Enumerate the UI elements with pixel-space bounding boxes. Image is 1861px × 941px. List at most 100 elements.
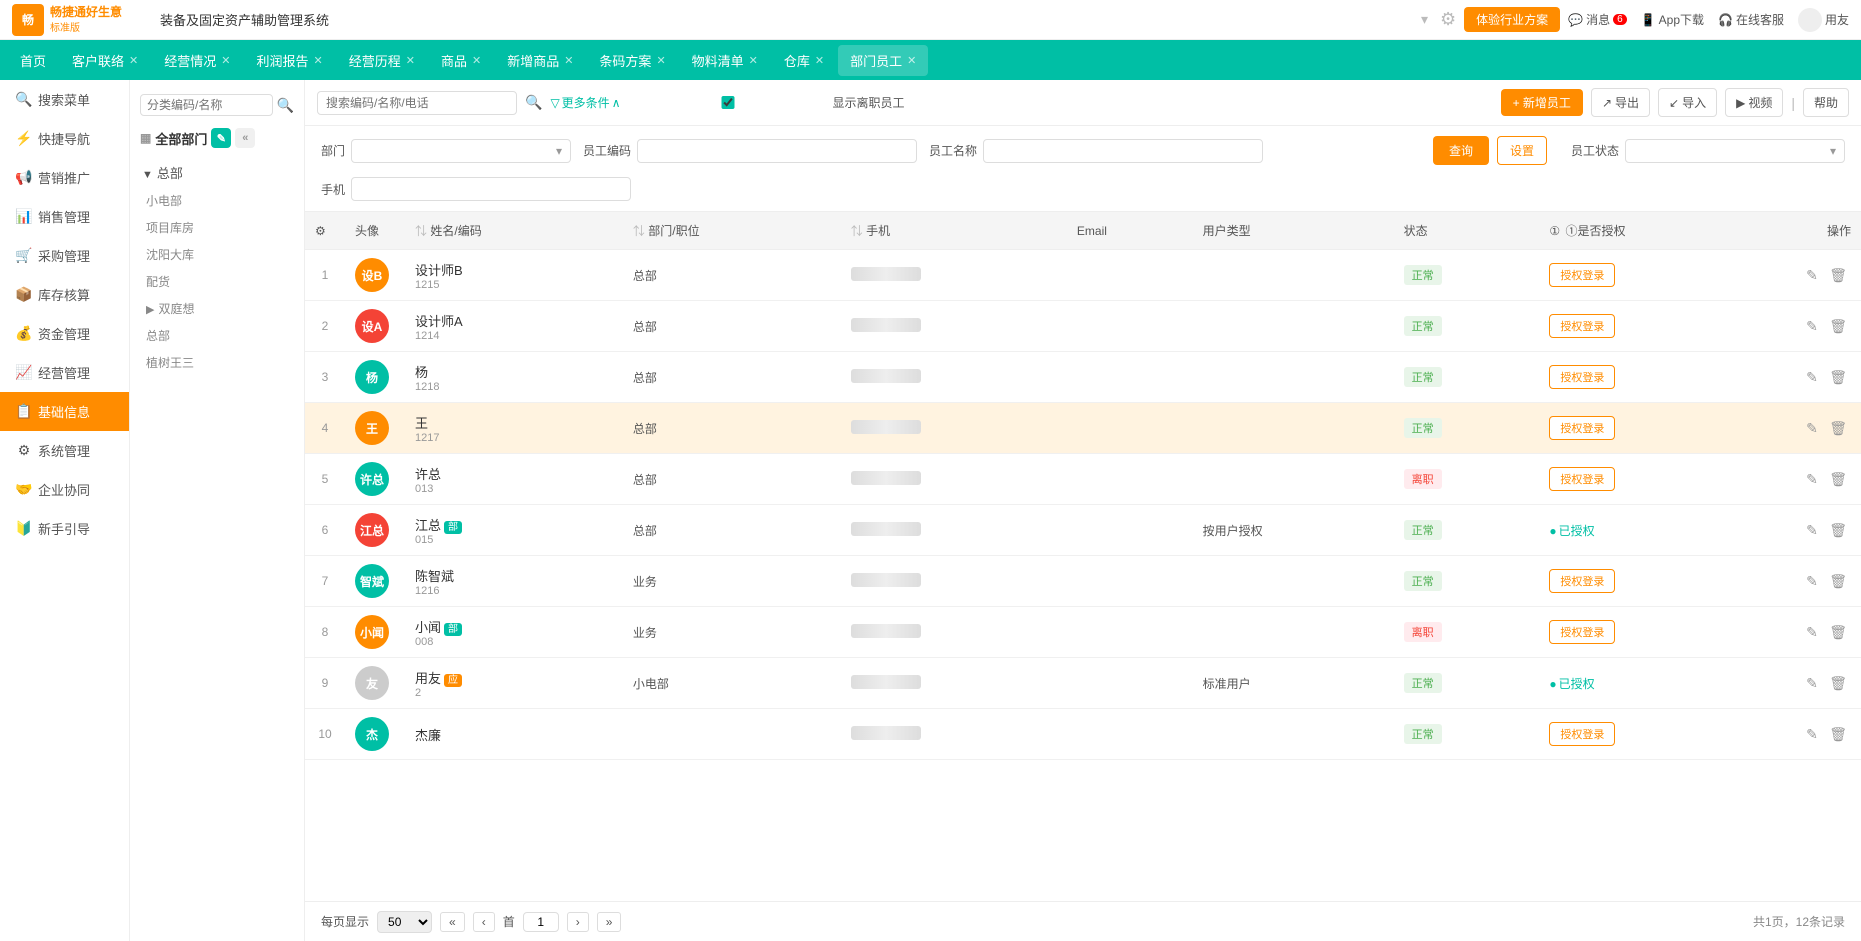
add-employee-button[interactable]: + 新增员工 bbox=[1501, 89, 1583, 116]
nav-item-history[interactable]: 经营历程 ✕ bbox=[337, 45, 427, 76]
edit-button[interactable]: ✎ bbox=[1802, 418, 1822, 439]
sidebar-item-purchase[interactable]: 🛒 采购管理 bbox=[0, 236, 129, 275]
cell-ops[interactable]: ✎ 🗑 bbox=[1781, 607, 1861, 658]
auth-btn[interactable]: 授权登录 bbox=[1549, 620, 1615, 644]
sidebar-item-nav[interactable]: ⚡ 快捷导航 bbox=[0, 119, 129, 158]
auth-btn[interactable]: 授权登录 bbox=[1549, 314, 1615, 338]
view-button[interactable]: ▶ 视频 bbox=[1725, 88, 1783, 117]
first-page-btn[interactable]: « bbox=[440, 912, 465, 932]
nav-item-new-goods[interactable]: 新增商品 ✕ bbox=[495, 45, 585, 76]
cell-auth[interactable]: ●已授权 bbox=[1539, 658, 1781, 709]
cell-ops[interactable]: ✎ 🗑 bbox=[1781, 250, 1861, 301]
col-phone[interactable]: ⇅ 手机 bbox=[841, 212, 1067, 250]
cell-ops[interactable]: ✎ 🗑 bbox=[1781, 556, 1861, 607]
last-page-btn[interactable]: » bbox=[597, 912, 622, 932]
user-avatar-area[interactable]: 用友 bbox=[1798, 8, 1849, 32]
show-resign-check[interactable] bbox=[628, 96, 828, 109]
auth-btn[interactable]: 授权登录 bbox=[1549, 722, 1615, 746]
dept-collapse-button[interactable]: « bbox=[235, 128, 255, 148]
import-button[interactable]: ↙ 导入 bbox=[1658, 88, 1717, 117]
page-number-input[interactable] bbox=[523, 912, 559, 932]
dept-node-headquarters[interactable]: ▼总部 bbox=[130, 158, 304, 187]
export-button[interactable]: ↗ 导出 bbox=[1591, 88, 1650, 117]
nav-item-warehouse[interactable]: 仓库 ✕ bbox=[772, 45, 836, 76]
sidebar-item-search[interactable]: 🔍 搜索菜单 bbox=[0, 80, 129, 119]
cell-auth[interactable]: 授权登录 bbox=[1539, 403, 1781, 454]
edit-button[interactable]: ✎ bbox=[1802, 622, 1822, 643]
cell-ops[interactable]: ✎ 🗑 bbox=[1781, 301, 1861, 352]
nav-item-goods[interactable]: 商品 ✕ bbox=[429, 45, 493, 76]
sidebar-item-system[interactable]: ⚙ 系统管理 bbox=[0, 431, 129, 470]
cell-auth[interactable]: 授权登录 bbox=[1539, 352, 1781, 403]
edit-button[interactable]: ✎ bbox=[1802, 571, 1822, 592]
dept-node-hq2[interactable]: 总部 bbox=[130, 322, 304, 349]
nav-item-customers[interactable]: 客户联络 ✕ bbox=[60, 45, 150, 76]
set-button[interactable]: 设置 bbox=[1497, 136, 1547, 165]
delete-button[interactable]: 🗑 bbox=[1825, 367, 1851, 388]
sidebar-item-operation[interactable]: 📈 经营管理 bbox=[0, 353, 129, 392]
dept-search-input[interactable] bbox=[140, 94, 273, 116]
message-btn[interactable]: 💬 消息 6 bbox=[1568, 11, 1627, 28]
edit-button[interactable]: ✎ bbox=[1802, 367, 1822, 388]
sidebar-item-marketing[interactable]: 📢 营销推广 bbox=[0, 158, 129, 197]
nav-item-home[interactable]: 首页 bbox=[8, 45, 58, 76]
cell-ops[interactable]: ✎ 🗑 bbox=[1781, 505, 1861, 556]
cell-ops[interactable]: ✎ 🗑 bbox=[1781, 352, 1861, 403]
cell-auth[interactable]: 授权登录 bbox=[1539, 250, 1781, 301]
more-conditions-link[interactable]: ▽ 更多条件 ∧ bbox=[550, 94, 620, 111]
cell-ops[interactable]: ✎ 🗑 bbox=[1781, 709, 1861, 760]
nav-close-employees[interactable]: ✕ bbox=[907, 54, 916, 67]
sidebar-item-sales[interactable]: 📊 销售管理 bbox=[0, 197, 129, 236]
edit-button[interactable]: ✎ bbox=[1802, 724, 1822, 745]
cell-auth[interactable]: 授权登录 bbox=[1539, 607, 1781, 658]
cell-ops[interactable]: ✎ 🗑 bbox=[1781, 658, 1861, 709]
sidebar-item-finance[interactable]: 💰 资金管理 bbox=[0, 314, 129, 353]
nav-close-new-goods[interactable]: ✕ bbox=[564, 54, 573, 67]
auth-btn[interactable]: 授权登录 bbox=[1549, 365, 1615, 389]
auth-btn[interactable]: 授权登录 bbox=[1549, 467, 1615, 491]
page-size-select[interactable]: 50 100 200 bbox=[377, 911, 432, 933]
delete-button[interactable]: 🗑 bbox=[1825, 520, 1851, 541]
nav-item-business[interactable]: 经营情况 ✕ bbox=[152, 45, 242, 76]
trial-button[interactable]: 体验行业方案 bbox=[1464, 7, 1560, 32]
delete-button[interactable]: 🗑 bbox=[1825, 265, 1851, 286]
app-download-btn[interactable]: 📱 App下载 bbox=[1641, 11, 1704, 28]
delete-button[interactable]: 🗑 bbox=[1825, 418, 1851, 439]
nav-close-customers[interactable]: ✕ bbox=[129, 54, 138, 67]
online-service-btn[interactable]: 🎧 在线客服 bbox=[1718, 11, 1784, 28]
show-resign-checkbox[interactable]: 显示离职员工 bbox=[628, 94, 904, 111]
help-button[interactable]: 帮助 bbox=[1803, 88, 1849, 117]
cell-auth[interactable]: ●已授权 bbox=[1539, 505, 1781, 556]
sidebar-item-inventory[interactable]: 📦 库存核算 bbox=[0, 275, 129, 314]
phone-input[interactable] bbox=[351, 177, 631, 201]
cell-auth[interactable]: 授权登录 bbox=[1539, 301, 1781, 352]
auth-btn[interactable]: 授权登录 bbox=[1549, 263, 1615, 287]
edit-button[interactable]: ✎ bbox=[1802, 265, 1822, 286]
nav-item-profit[interactable]: 利润报告 ✕ bbox=[244, 45, 334, 76]
sidebar-item-guide[interactable]: 🔰 新手引导 bbox=[0, 509, 129, 548]
auth-btn[interactable]: 授权登录 bbox=[1549, 416, 1615, 440]
sys-dropdown-icon[interactable]: ▾ bbox=[1421, 11, 1428, 28]
dept-edit-button[interactable]: ✎ bbox=[211, 128, 231, 148]
nav-close-barcode[interactable]: ✕ bbox=[656, 54, 665, 67]
dept-node-small-elec[interactable]: 小电部 bbox=[130, 187, 304, 214]
dept-node-shuangting[interactable]: ▶双庭想 bbox=[130, 295, 304, 322]
cell-ops[interactable]: ✎ 🗑 bbox=[1781, 403, 1861, 454]
delete-button[interactable]: 🗑 bbox=[1825, 316, 1851, 337]
prev-page-btn[interactable]: ‹ bbox=[473, 912, 495, 932]
cell-auth[interactable]: 授权登录 bbox=[1539, 709, 1781, 760]
auth-btn[interactable]: 授权登录 bbox=[1549, 569, 1615, 593]
delete-button[interactable]: 🗑 bbox=[1825, 622, 1851, 643]
cell-auth[interactable]: 授权登录 bbox=[1539, 454, 1781, 505]
nav-close-business[interactable]: ✕ bbox=[221, 54, 230, 67]
nav-close-history[interactable]: ✕ bbox=[406, 54, 415, 67]
nav-item-barcode[interactable]: 条码方案 ✕ bbox=[587, 45, 677, 76]
emp-code-input[interactable] bbox=[637, 139, 917, 163]
dept-node-shenyang[interactable]: 沈阳大库 bbox=[130, 241, 304, 268]
query-button[interactable]: 查询 bbox=[1433, 136, 1489, 165]
next-page-btn[interactable]: › bbox=[567, 912, 589, 932]
delete-button[interactable]: 🗑 bbox=[1825, 673, 1851, 694]
nav-item-bom[interactable]: 物料清单 ✕ bbox=[680, 45, 770, 76]
edit-button[interactable]: ✎ bbox=[1802, 673, 1822, 694]
nav-item-employees[interactable]: 部门员工 ✕ bbox=[838, 45, 928, 76]
